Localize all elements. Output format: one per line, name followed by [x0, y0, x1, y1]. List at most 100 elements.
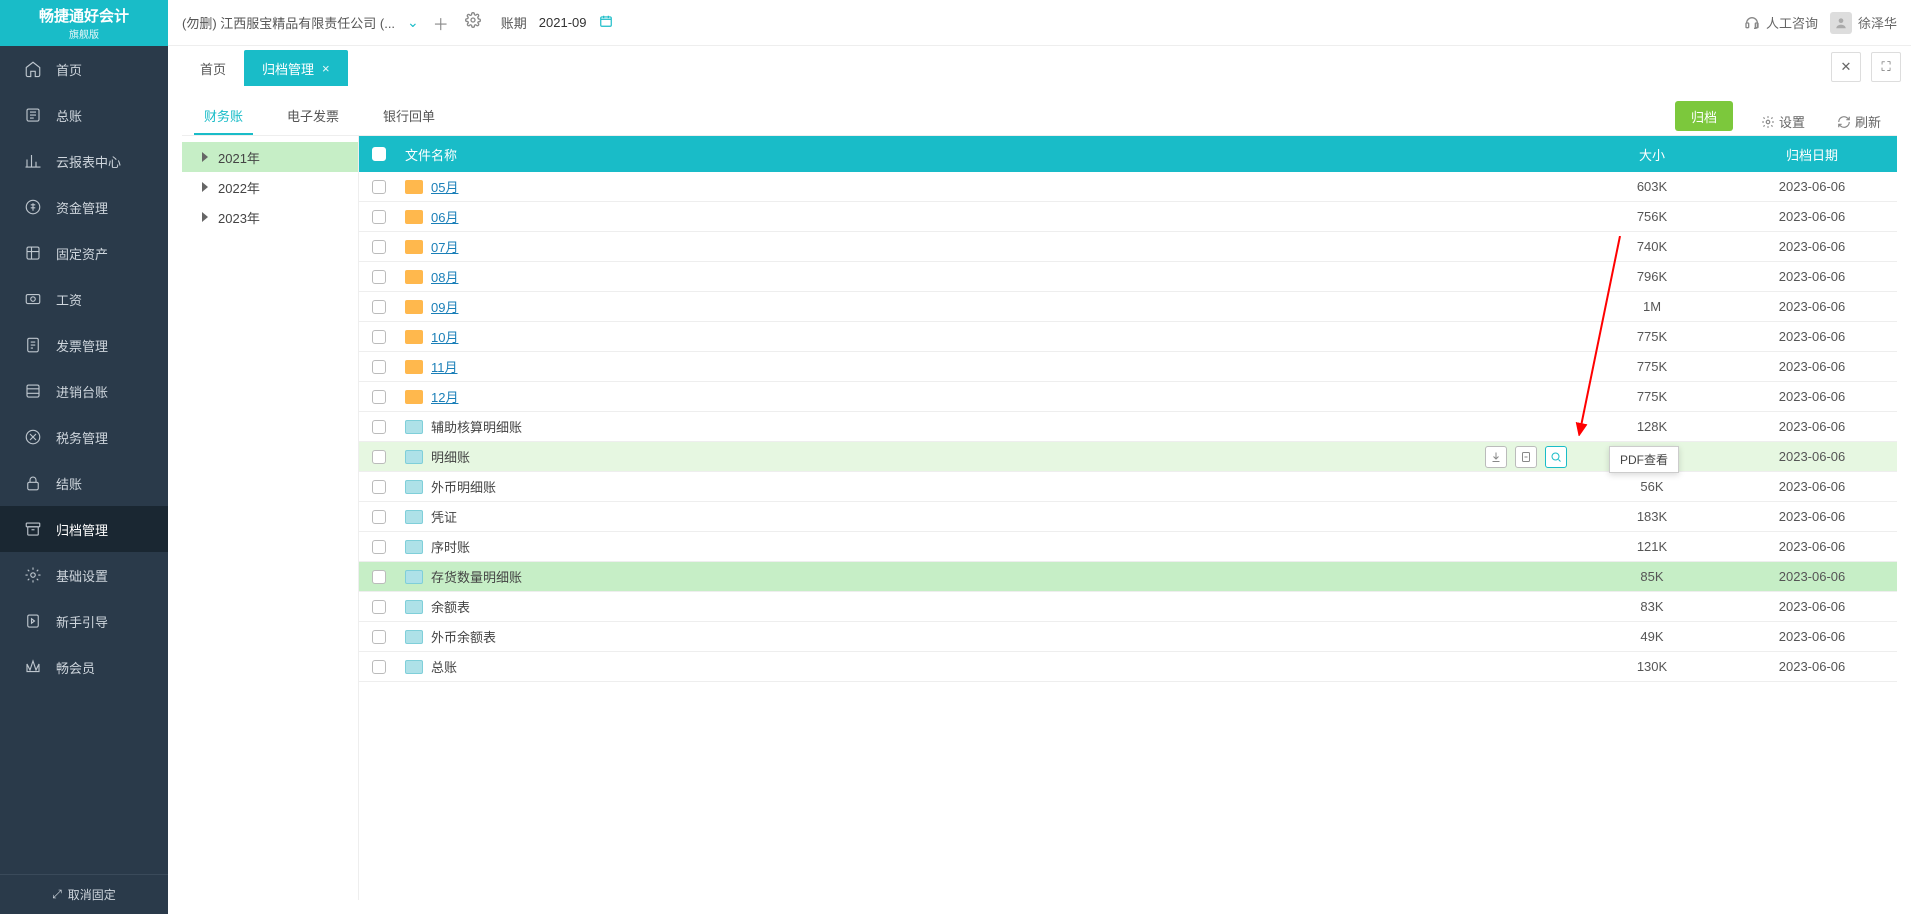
company-settings-icon[interactable] [463, 12, 483, 33]
refresh-button[interactable]: 刷新 [1833, 112, 1885, 131]
settings-button[interactable]: 设置 [1757, 112, 1809, 131]
row-checkbox[interactable] [372, 210, 386, 224]
row-checkbox[interactable] [372, 240, 386, 254]
row-checkbox[interactable] [372, 510, 386, 524]
archive-date: 2023-06-06 [1727, 629, 1897, 644]
row-checkbox[interactable] [372, 360, 386, 374]
salary-icon [24, 290, 42, 308]
file-icon [405, 540, 423, 554]
file-name-link[interactable]: 11月 [431, 357, 458, 376]
tree-item-2021年[interactable]: 2021年 [182, 142, 358, 172]
subtab-电子发票[interactable]: 电子发票 [277, 97, 349, 135]
archive-date: 2023-06-06 [1727, 239, 1897, 254]
user-menu[interactable]: 徐泽华 [1830, 12, 1897, 34]
archive-date: 2023-06-06 [1727, 419, 1897, 434]
settings-label: 设置 [1779, 112, 1805, 131]
table-row[interactable]: 10月775K2023-06-06 [359, 322, 1897, 352]
tab-归档管理[interactable]: 归档管理× [244, 50, 348, 86]
table-row[interactable]: 余额表83K2023-06-06 [359, 592, 1897, 622]
file-name-link[interactable]: 07月 [431, 237, 458, 256]
file-size: 775K [1577, 329, 1727, 344]
sidebar-item-salary[interactable]: 工资 [0, 276, 168, 322]
table-row[interactable]: 存货数量明细账85K2023-06-06 [359, 562, 1897, 592]
file-name-link[interactable]: 12月 [431, 387, 458, 406]
sidebar-item-archive[interactable]: 归档管理 [0, 506, 168, 552]
file-icon [405, 450, 423, 464]
fullscreen-button[interactable]: ⛶ [1871, 52, 1901, 82]
add-company-icon[interactable]: ＋ [431, 11, 451, 35]
table-row[interactable]: 12月775K2023-06-06 [359, 382, 1897, 412]
table-row[interactable]: 外币余额表49K2023-06-06 [359, 622, 1897, 652]
table-row[interactable]: 11月775K2023-06-06 [359, 352, 1897, 382]
row-checkbox[interactable] [372, 630, 386, 644]
row-checkbox[interactable] [372, 600, 386, 614]
sidebar-item-label: 发票管理 [56, 336, 108, 355]
sidebar-collapse[interactable]: ⤢ 取消固定 [0, 874, 168, 914]
table-row[interactable]: 05月603K2023-06-06 [359, 172, 1897, 202]
sidebar-item-home[interactable]: 首页 [0, 46, 168, 92]
sidebar-item-ledger[interactable]: 总账 [0, 92, 168, 138]
pdf-icon[interactable] [1515, 446, 1537, 468]
file-name-link[interactable]: 09月 [431, 297, 458, 316]
table-row[interactable]: 09月1M2023-06-06 [359, 292, 1897, 322]
company-chevron-icon[interactable]: ⌄ [407, 14, 419, 31]
sidebar-item-guide[interactable]: 新手引导 [0, 598, 168, 644]
tree-item-2023年[interactable]: 2023年 [182, 202, 358, 232]
sidebar-item-asset[interactable]: 固定资产 [0, 230, 168, 276]
row-checkbox[interactable] [372, 390, 386, 404]
row-checkbox[interactable] [372, 180, 386, 194]
table-row[interactable]: 总账130K2023-06-06 [359, 652, 1897, 682]
subtab-银行回单[interactable]: 银行回单 [373, 97, 445, 135]
calendar-icon[interactable] [599, 14, 613, 31]
gear-icon [1761, 115, 1775, 129]
row-checkbox[interactable] [372, 480, 386, 494]
row-checkbox[interactable] [372, 330, 386, 344]
tree-item-2022年[interactable]: 2022年 [182, 172, 358, 202]
pin-icon: ⤢ [52, 887, 62, 902]
row-checkbox[interactable] [372, 300, 386, 314]
close-icon[interactable]: × [322, 61, 330, 76]
file-name-link[interactable]: 10月 [431, 327, 458, 346]
archive-button[interactable]: 归档 [1675, 101, 1733, 131]
file-name-link[interactable]: 06月 [431, 207, 458, 226]
row-checkbox[interactable] [372, 420, 386, 434]
table-row[interactable]: 07月740K2023-06-06 [359, 232, 1897, 262]
sidebar-item-book[interactable]: 进销台账 [0, 368, 168, 414]
table-row[interactable]: 外币明细账56K2023-06-06 [359, 472, 1897, 502]
file-icon [405, 600, 423, 614]
table-row[interactable]: 06月756K2023-06-06 [359, 202, 1897, 232]
file-name-link[interactable]: 08月 [431, 267, 458, 286]
file-name-link[interactable]: 05月 [431, 177, 458, 196]
sidebar-item-invoice[interactable]: 发票管理 [0, 322, 168, 368]
sidebar-item-label: 畅会员 [56, 658, 95, 677]
sidebar-item-tax[interactable]: 税务管理 [0, 414, 168, 460]
sidebar-item-vip[interactable]: 畅会员 [0, 644, 168, 690]
sidebar-item-money[interactable]: 资金管理 [0, 184, 168, 230]
sidebar-item-chart[interactable]: 云报表中心 [0, 138, 168, 184]
table-row[interactable]: 序时账121K2023-06-06 [359, 532, 1897, 562]
close-all-tabs-button[interactable]: ✕ [1831, 52, 1861, 82]
download-icon[interactable] [1485, 446, 1507, 468]
table-row[interactable]: 凭证183K2023-06-06 [359, 502, 1897, 532]
subtab-财务账[interactable]: 财务账 [194, 97, 253, 135]
tab-首页[interactable]: 首页 [182, 50, 244, 86]
support-link[interactable]: 人工咨询 [1744, 13, 1818, 32]
row-checkbox[interactable] [372, 570, 386, 584]
period-value[interactable]: 2021-09 [539, 15, 587, 30]
file-size: 49K [1577, 629, 1727, 644]
table-row[interactable]: 辅助核算明细账128K2023-06-06 [359, 412, 1897, 442]
sidebar-item-lock[interactable]: 结账 [0, 460, 168, 506]
row-checkbox[interactable] [372, 270, 386, 284]
page-tabs: 首页归档管理× ✕ ⛶ [168, 46, 1911, 90]
row-checkbox[interactable] [372, 450, 386, 464]
row-checkbox[interactable] [372, 540, 386, 554]
company-selector-label[interactable]: (勿删) 江西服宝精品有限责任公司 (... [182, 13, 395, 32]
row-checkbox[interactable] [372, 660, 386, 674]
file-size: 183K [1577, 509, 1727, 524]
select-all-checkbox[interactable] [372, 147, 386, 161]
headset-icon [1744, 15, 1760, 31]
pdf-view-icon[interactable] [1545, 446, 1567, 468]
sidebar-item-settings[interactable]: 基础设置 [0, 552, 168, 598]
table-row[interactable]: 08月796K2023-06-06 [359, 262, 1897, 292]
user-name: 徐泽华 [1858, 13, 1897, 32]
